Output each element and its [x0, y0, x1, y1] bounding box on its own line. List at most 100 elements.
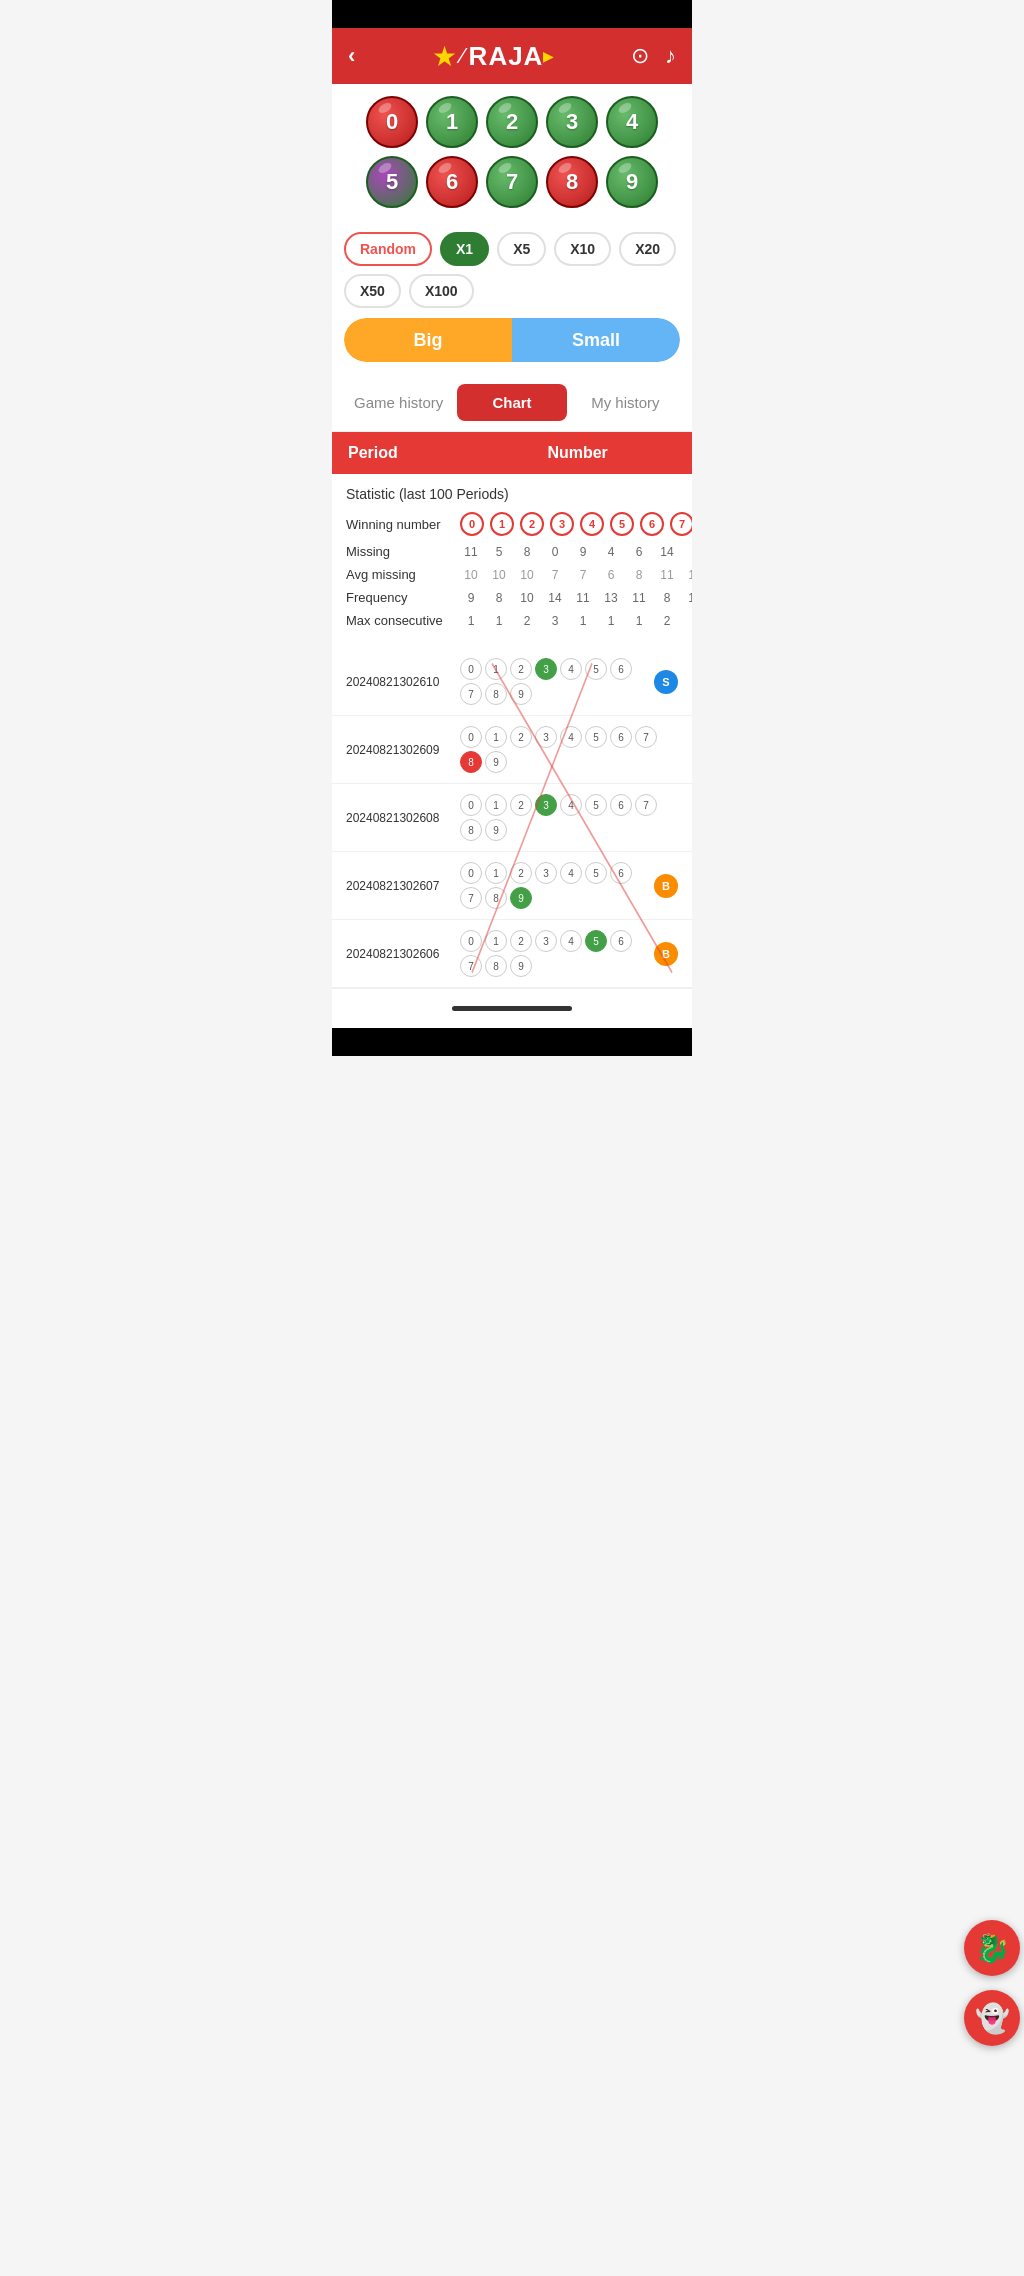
tab-chart[interactable]: Chart	[457, 384, 566, 421]
ball-1[interactable]: 1	[426, 96, 478, 148]
game-rows: 20240821302610 0 1 2 3 4 5 6 7 8 9 S 202…	[332, 648, 692, 988]
n4-3: 3	[535, 862, 557, 884]
n2-4: 4	[560, 726, 582, 748]
ball-8[interactable]: 8	[546, 156, 598, 208]
frequency-values: 9 8 10 14 11 13 11 8 10 6	[460, 591, 692, 605]
mc-6: 1	[628, 614, 650, 628]
ball-5[interactable]: 5	[366, 156, 418, 208]
n1-6: 6	[610, 658, 632, 680]
game-row-2: 20240821302609 0 1 2 3 4 5 6 7 8 9	[332, 716, 692, 784]
multiplier-section: Random X1 X5 X10 X20 X50 X100	[332, 224, 692, 318]
n1-5: 5	[585, 658, 607, 680]
logo-star: ★	[432, 40, 457, 73]
mc-1: 1	[488, 614, 510, 628]
n1-4: 4	[560, 658, 582, 680]
x5-button[interactable]: X5	[497, 232, 546, 266]
freq-3: 14	[544, 591, 566, 605]
small-button[interactable]: Small	[512, 318, 680, 362]
ball-9[interactable]: 9	[606, 156, 658, 208]
period-4: 20240821302607	[346, 879, 456, 893]
badge-1: S	[654, 670, 678, 694]
n4-0: 0	[460, 862, 482, 884]
n4-7: 7	[460, 887, 482, 909]
missing-4: 9	[572, 545, 594, 559]
avg-missing-row: Avg missing 10 10 10 7 7 6 8 11 11 13	[346, 567, 678, 582]
n2-8: 8	[460, 751, 482, 773]
n1-7: 7	[460, 683, 482, 705]
wn-7: 7	[670, 512, 692, 536]
n5-4: 4	[560, 930, 582, 952]
wn-0: 0	[460, 512, 484, 536]
numbers-5: 0 1 2 3 4 5 6 7 8 9	[460, 930, 646, 977]
ball-7[interactable]: 7	[486, 156, 538, 208]
wn-4: 4	[580, 512, 604, 536]
ball-3[interactable]: 3	[546, 96, 598, 148]
n4-9: 9	[510, 887, 532, 909]
missing-label: Missing	[346, 544, 456, 559]
mc-2: 2	[516, 614, 538, 628]
x10-button[interactable]: X10	[554, 232, 611, 266]
ball-6[interactable]: 6	[426, 156, 478, 208]
game-rows-wrapper: 20240821302610 0 1 2 3 4 5 6 7 8 9 S 202…	[332, 648, 692, 988]
music-icon[interactable]: ♪	[665, 43, 676, 69]
avg-1: 10	[488, 568, 510, 582]
ball-4[interactable]: 4	[606, 96, 658, 148]
n4-6: 6	[610, 862, 632, 884]
back-button[interactable]: ‹	[348, 43, 355, 69]
missing-8: 1	[684, 545, 692, 559]
numbers-2: 0 1 2 3 4 5 6 7 8 9	[460, 726, 678, 773]
big-button[interactable]: Big	[344, 318, 512, 362]
ball-2[interactable]: 2	[486, 96, 538, 148]
winning-number-label: Winning number	[346, 517, 456, 532]
n3-9: 9	[485, 819, 507, 841]
n2-0: 0	[460, 726, 482, 748]
n1-8: 8	[485, 683, 507, 705]
freq-7: 8	[656, 591, 678, 605]
n3-0: 0	[460, 794, 482, 816]
tab-my-history[interactable]: My history	[571, 384, 680, 421]
avg-6: 8	[628, 568, 650, 582]
freq-5: 13	[600, 591, 622, 605]
missing-3: 0	[544, 545, 566, 559]
x50-button[interactable]: X50	[344, 274, 401, 308]
game-row-3: 20240821302608 0 1 2 3 4 5 6 7 8 9	[332, 784, 692, 852]
mc-8: 3	[684, 614, 692, 628]
avg-4: 7	[572, 568, 594, 582]
x1-button[interactable]: X1	[440, 232, 489, 266]
numbers-3: 0 1 2 3 4 5 6 7 8 9	[460, 794, 678, 841]
freq-8: 10	[684, 591, 692, 605]
tab-game-history[interactable]: Game history	[344, 384, 453, 421]
x20-button[interactable]: X20	[619, 232, 676, 266]
n3-7: 7	[635, 794, 657, 816]
home-indicator	[452, 1006, 572, 1011]
n5-5: 5	[585, 930, 607, 952]
wn-6: 6	[640, 512, 664, 536]
avg-7: 11	[656, 568, 678, 582]
frequency-row: Frequency 9 8 10 14 11 13 11 8 10 6	[346, 590, 678, 605]
logo-text: RAJA	[469, 41, 544, 72]
max-consecutive-row: Max consecutive 1 1 2 3 1 1 1 2 3 1	[346, 613, 678, 628]
n1-2: 2	[510, 658, 532, 680]
header-icons: ⊙ ♪	[631, 43, 676, 69]
n2-3: 3	[535, 726, 557, 748]
mc-4: 1	[572, 614, 594, 628]
freq-4: 11	[572, 591, 594, 605]
period-header: Period	[348, 444, 479, 462]
random-button[interactable]: Random	[344, 232, 432, 266]
big-small-bar: Big Small	[344, 318, 680, 362]
missing-5: 4	[600, 545, 622, 559]
headset-icon[interactable]: ⊙	[631, 43, 649, 69]
n2-1: 1	[485, 726, 507, 748]
numbers-1: 0 1 2 3 4 5 6 7 8 9	[460, 658, 646, 705]
ball-0[interactable]: 0	[366, 96, 418, 148]
freq-0: 9	[460, 591, 482, 605]
game-row-4: 20240821302607 0 1 2 3 4 5 6 7 8 9 B	[332, 852, 692, 920]
x100-button[interactable]: X100	[409, 274, 474, 308]
avg-0: 10	[460, 568, 482, 582]
missing-1: 5	[488, 545, 510, 559]
n4-2: 2	[510, 862, 532, 884]
n1-3: 3	[535, 658, 557, 680]
wn-1: 1	[490, 512, 514, 536]
n3-3: 3	[535, 794, 557, 816]
missing-6: 6	[628, 545, 650, 559]
